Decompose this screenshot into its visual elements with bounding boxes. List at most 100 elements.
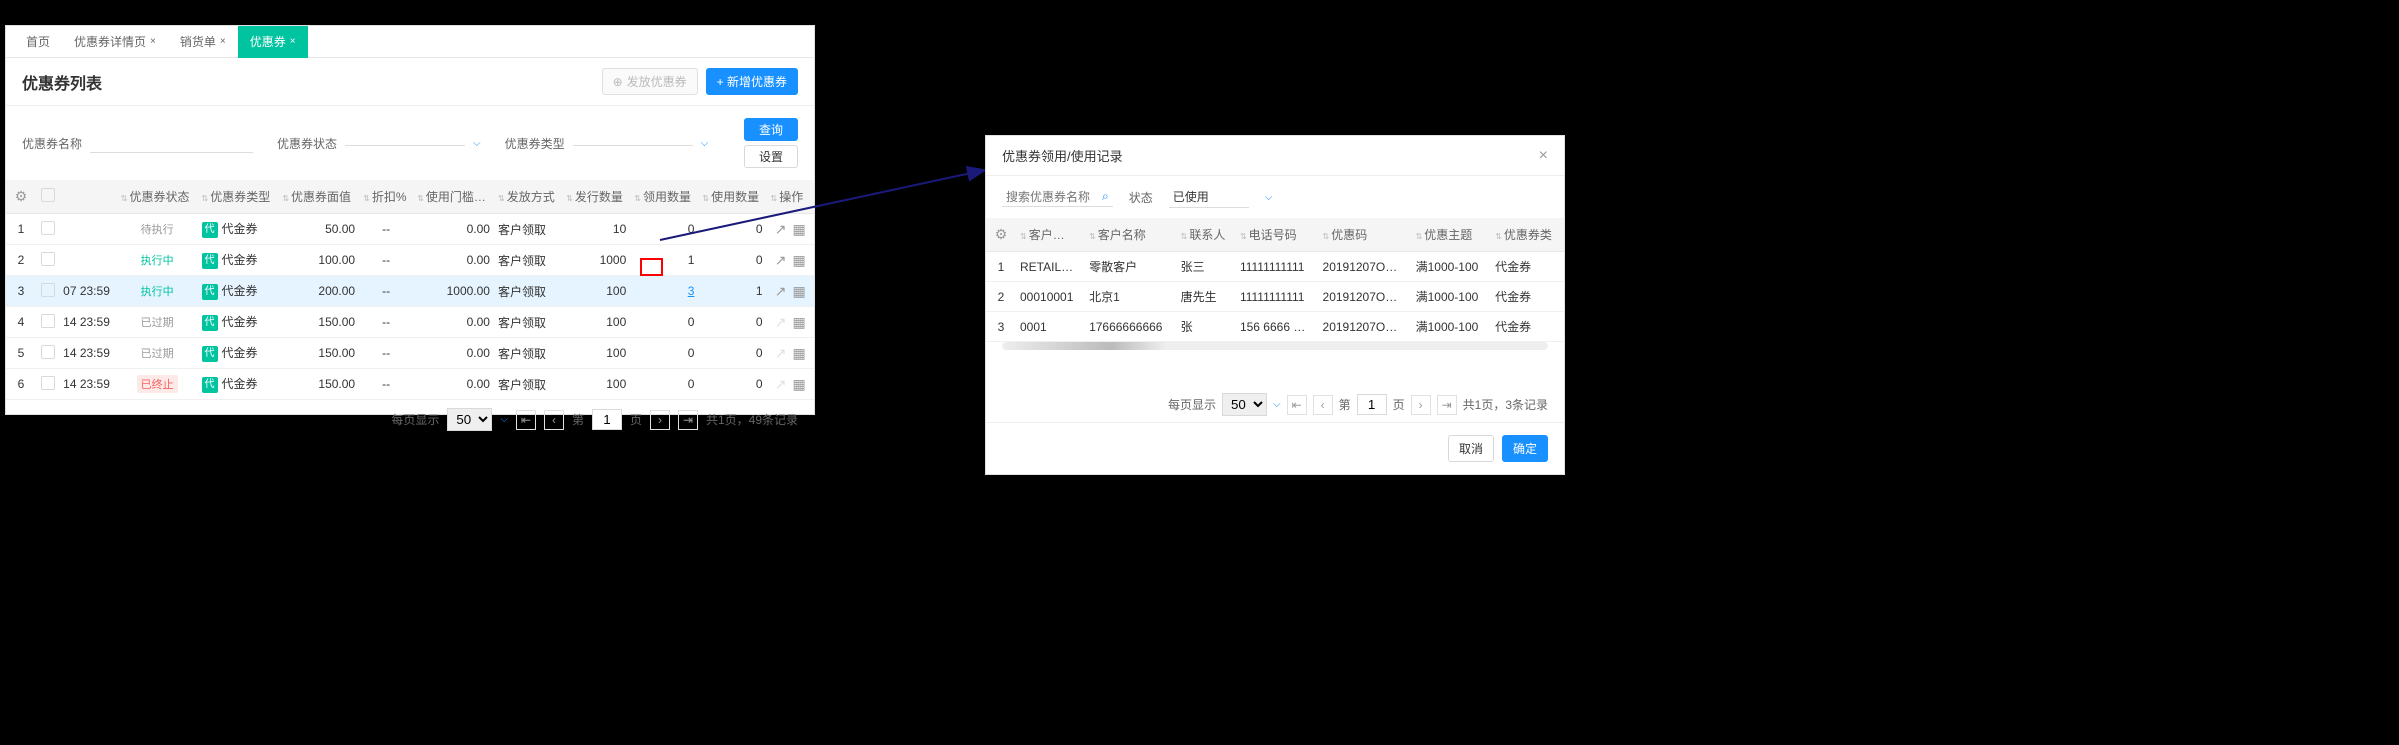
table-container: ⇅优惠券状态⇅优惠券类型⇅优惠券面值⇅折扣%⇅使用门槛…⇅发放方式⇅发行数量⇅领…: [6, 180, 814, 400]
close-icon[interactable]: ×: [290, 26, 296, 58]
last-page-button[interactable]: ⇥: [678, 410, 698, 430]
column-header[interactable]: ⇅优惠券类: [1491, 218, 1564, 252]
first-page-button[interactable]: ⇤: [1287, 395, 1307, 415]
page-input[interactable]: [592, 409, 622, 430]
distribute-label: 发放优惠券: [627, 73, 687, 90]
search-icon[interactable]: ⌕: [1102, 189, 1109, 204]
horizontal-scrollbar[interactable]: [1002, 342, 1548, 350]
row-checkbox[interactable]: [41, 345, 55, 359]
table-row[interactable]: 307 23:59执行中代代金券200.00--1000.00客户领取10031…: [6, 276, 814, 307]
time-cell: [59, 245, 117, 276]
column-header[interactable]: ⇅优惠券类型: [198, 180, 279, 214]
add-coupon-button[interactable]: + 新增优惠券: [706, 68, 798, 95]
table-row[interactable]: 614 23:59已终止代代金券150.00--0.00客户领取10000↗▦: [6, 369, 814, 400]
next-page-button[interactable]: ›: [1411, 395, 1431, 415]
share-icon[interactable]: ↗: [775, 252, 787, 268]
cancel-button[interactable]: 取消: [1448, 435, 1494, 462]
row-checkbox[interactable]: [41, 252, 55, 266]
gear-icon[interactable]: [15, 190, 28, 204]
column-header[interactable]: [6, 180, 36, 214]
search-input[interactable]: [1006, 190, 1096, 204]
table-row[interactable]: 414 23:59已过期代代金券150.00--0.00客户领取10000↗▦: [6, 307, 814, 338]
gear-icon[interactable]: [995, 228, 1008, 242]
column-header[interactable]: ⇅优惠码: [1319, 218, 1412, 252]
coupon-type-cell: 代金券: [1491, 312, 1564, 342]
column-header[interactable]: [986, 218, 1016, 252]
last-page-button[interactable]: ⇥: [1437, 395, 1457, 415]
column-header[interactable]: ⇅客户名称: [1085, 218, 1177, 252]
filter-name-input[interactable]: [90, 134, 253, 153]
page-prefix: 第: [572, 411, 584, 428]
row-checkbox[interactable]: [41, 221, 55, 235]
column-header[interactable]: ⇅客户…: [1016, 218, 1085, 252]
close-icon[interactable]: ×: [150, 26, 156, 58]
share-icon[interactable]: ↗: [775, 283, 787, 299]
table-row[interactable]: 1待执行代代金券50.00--0.00客户领取1000↗▦: [6, 214, 814, 245]
close-icon[interactable]: ×: [220, 26, 226, 58]
first-page-button[interactable]: ⇤: [516, 410, 536, 430]
qr-icon[interactable]: ▦: [793, 345, 806, 361]
column-header[interactable]: ⇅发行数量: [562, 180, 630, 214]
qr-icon[interactable]: ▦: [793, 314, 806, 330]
coupon-type-cell: 代金券: [1491, 282, 1564, 312]
type-cell: 代代金券: [198, 369, 279, 400]
column-header[interactable]: ⇅优惠券面值: [278, 180, 359, 214]
column-header[interactable]: ⇅发放方式: [494, 180, 562, 214]
column-header[interactable]: ⇅优惠券状态: [117, 180, 198, 214]
qr-icon[interactable]: ▦: [793, 221, 806, 237]
prev-page-button[interactable]: ‹: [1313, 395, 1333, 415]
confirm-button[interactable]: 确定: [1502, 435, 1548, 462]
claim-cell[interactable]: 0: [630, 307, 698, 338]
usage-table: ⇅客户…⇅客户名称⇅联系人⇅电话号码⇅优惠码⇅优惠主题⇅优惠券类 1RETAIL…: [986, 218, 1564, 342]
row-checkbox[interactable]: [41, 376, 55, 390]
qr-icon[interactable]: ▦: [793, 376, 806, 392]
column-header[interactable]: ⇅折扣%: [359, 180, 413, 214]
row-checkbox[interactable]: [41, 314, 55, 328]
qr-icon[interactable]: ▦: [793, 283, 806, 299]
column-header[interactable]: [59, 180, 117, 214]
filter-type: 优惠券类型 ⌵: [505, 135, 709, 152]
tab[interactable]: 优惠券详情页×: [62, 26, 168, 58]
claim-cell[interactable]: 3: [630, 276, 698, 307]
table-row[interactable]: 514 23:59已过期代代金券150.00--0.00客户领取10000↗▦: [6, 338, 814, 369]
column-header[interactable]: ⇅操作: [767, 180, 814, 214]
tab[interactable]: 销货单×: [168, 26, 238, 58]
qr-icon[interactable]: ▦: [793, 252, 806, 268]
page-suffix: 页: [630, 411, 642, 428]
time-cell: 14 23:59: [59, 369, 117, 400]
column-header[interactable]: [36, 180, 59, 214]
distribute-coupon-button[interactable]: ⊕ 发放优惠券: [602, 68, 698, 95]
tab[interactable]: 首页: [14, 26, 62, 58]
query-button[interactable]: 查询: [744, 118, 798, 141]
settings-button[interactable]: 设置: [744, 145, 798, 168]
close-icon[interactable]: ×: [1539, 147, 1548, 165]
next-page-button[interactable]: ›: [650, 410, 670, 430]
prev-page-button[interactable]: ‹: [544, 410, 564, 430]
select-all-checkbox[interactable]: [41, 188, 55, 202]
claim-cell[interactable]: 0: [630, 338, 698, 369]
table-row[interactable]: 2执行中代代金券100.00--0.00客户领取100010↗▦: [6, 245, 814, 276]
column-header[interactable]: ⇅优惠主题: [1412, 218, 1492, 252]
table-row[interactable]: 1RETAIL…零散客户张三1111111111120191207O…满1000…: [986, 252, 1564, 282]
row-checkbox[interactable]: [41, 283, 55, 297]
column-header[interactable]: ⇅领用数量: [630, 180, 698, 214]
time-cell: 07 23:59: [59, 276, 117, 307]
table-row[interactable]: 3000117666666666张156 6666 …20191207O…满10…: [986, 312, 1564, 342]
column-header[interactable]: ⇅使用门槛…: [413, 180, 494, 214]
page-input[interactable]: [1357, 394, 1387, 415]
tab[interactable]: 优惠券×: [238, 26, 308, 58]
filter-status-select[interactable]: [345, 141, 465, 146]
table-row[interactable]: 200010001北京1唐先生1111111111120191207O…满100…: [986, 282, 1564, 312]
filter-type-select[interactable]: [573, 141, 693, 146]
column-header[interactable]: ⇅电话号码: [1236, 218, 1319, 252]
per-page-select[interactable]: 50: [1222, 393, 1267, 416]
claim-cell[interactable]: 0: [630, 214, 698, 245]
claim-cell[interactable]: 0: [630, 369, 698, 400]
status-select-value[interactable]: 已使用: [1169, 186, 1249, 208]
per-page-select[interactable]: 50: [447, 408, 492, 431]
chevron-down-icon: ⌵: [1265, 192, 1273, 203]
column-header[interactable]: ⇅联系人: [1177, 218, 1236, 252]
share-icon[interactable]: ↗: [775, 221, 787, 237]
column-header[interactable]: ⇅使用数量: [698, 180, 766, 214]
claim-cell[interactable]: 1: [630, 245, 698, 276]
